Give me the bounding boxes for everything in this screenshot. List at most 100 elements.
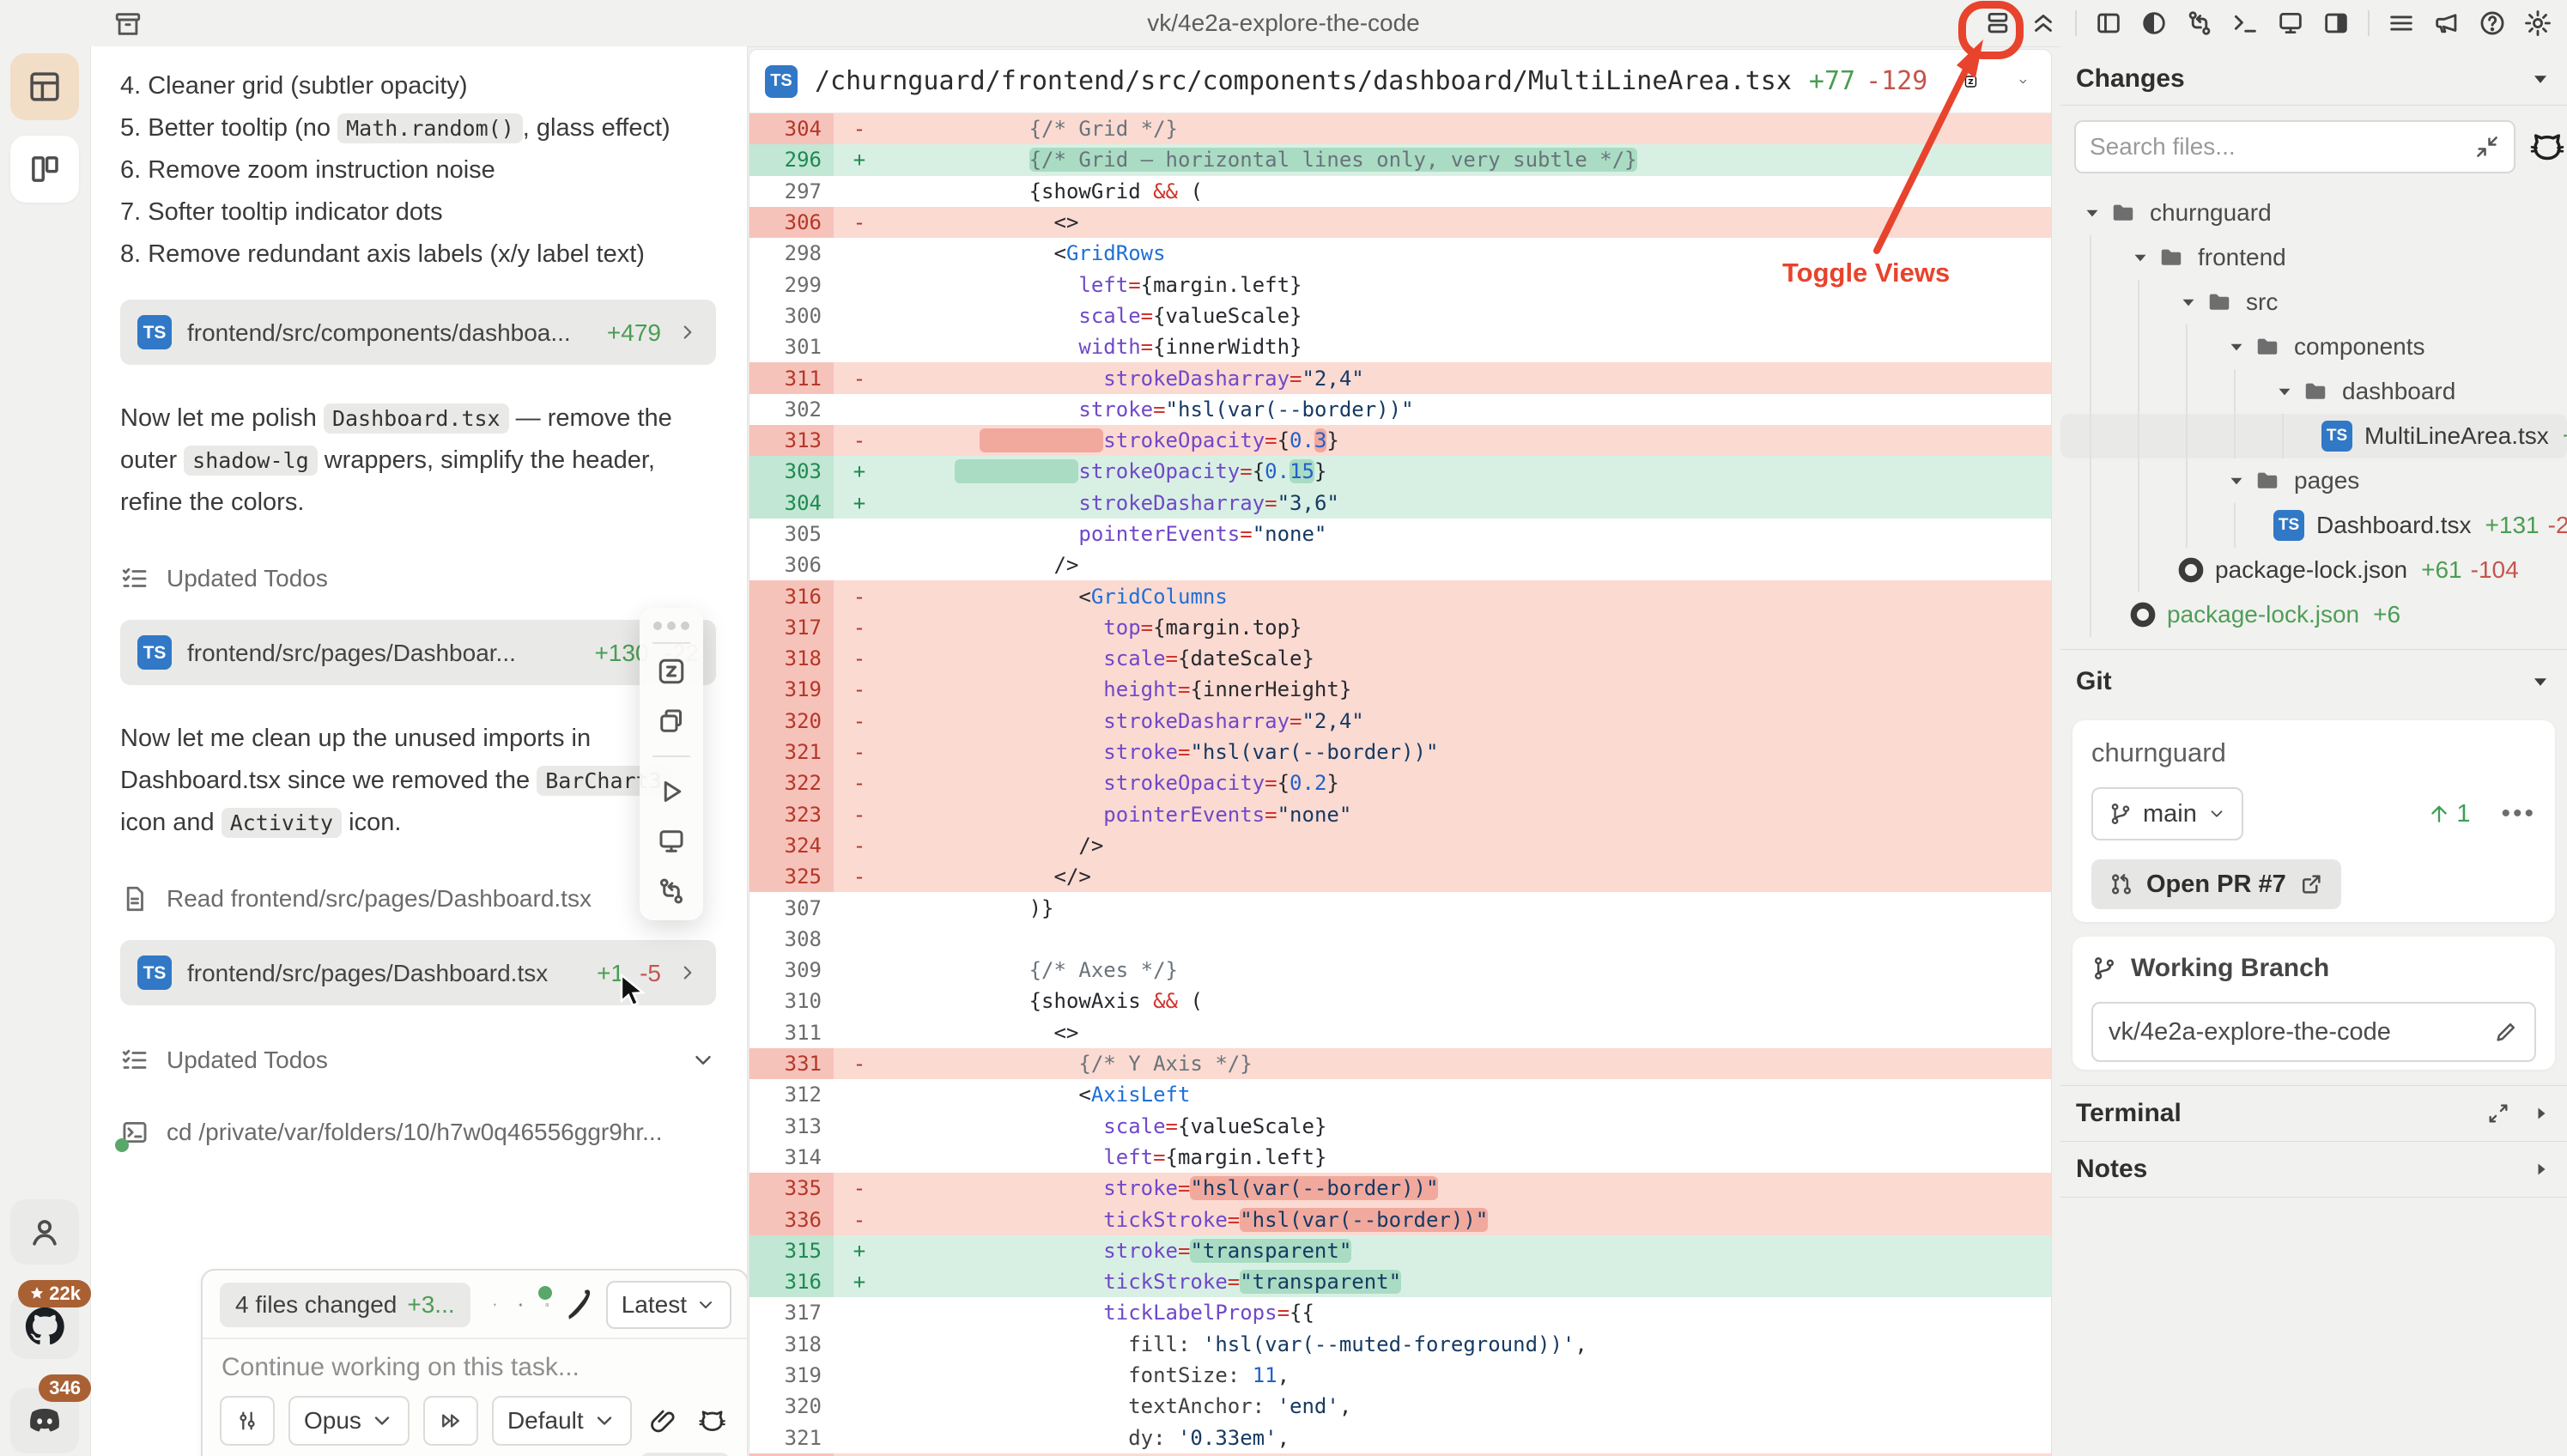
tree-folder-components[interactable]: components xyxy=(2060,325,2567,369)
mode-dropdown[interactable]: Default xyxy=(492,1396,632,1446)
diff-line[interactable]: 318- scale={dateScale} xyxy=(749,643,2051,674)
diff-line[interactable]: 309 {/* Axes */} xyxy=(749,955,2051,986)
diff-line[interactable]: 319- height={innerHeight} xyxy=(749,674,2051,705)
diff-line[interactable]: 308 xyxy=(749,924,2051,955)
chevron-down-icon[interactable] xyxy=(690,1047,716,1073)
diff-line[interactable]: 311- strokeDasharray="2,4" xyxy=(749,362,2051,393)
monitor-icon[interactable] xyxy=(656,826,687,857)
diff-line[interactable]: 313- strokeOpacity={0.3} xyxy=(749,425,2051,456)
diff-line[interactable]: 297 {showGrid && ( xyxy=(749,176,2051,207)
settings-icon[interactable] xyxy=(2521,9,2555,38)
play-icon[interactable] xyxy=(656,776,687,807)
collapse-all-icon[interactable] xyxy=(2026,9,2060,38)
diff-line[interactable]: 313 scale={valueScale} xyxy=(749,1111,2051,1142)
tool-call-row[interactable]: cd /private/var/folders/10/h7w0q46556ggr… xyxy=(120,1115,716,1150)
tree-file-package-lock.json[interactable]: package-lock.json+61-104 xyxy=(2060,548,2567,592)
message-input[interactable]: Continue working on this task... xyxy=(203,1339,747,1387)
help-icon[interactable] xyxy=(2475,9,2509,38)
diff-line[interactable]: 320 textAnchor: 'end', xyxy=(749,1391,2051,1422)
model-dropdown[interactable]: Opus xyxy=(288,1396,410,1446)
diff-editor-icon[interactable] xyxy=(1963,64,1978,99)
diff-line[interactable]: 303+ strokeOpacity={0.15} xyxy=(749,456,2051,487)
scroll-top-icon[interactable] xyxy=(493,1289,497,1320)
expand-icon[interactable] xyxy=(2486,1101,2510,1125)
diff-line[interactable]: 321- stroke="hsl(var(--border))" xyxy=(749,737,2051,767)
discord-link[interactable]: 346 xyxy=(10,1388,79,1453)
diff-line[interactable]: 306- <> xyxy=(749,207,2051,238)
megaphone-icon[interactable] xyxy=(2430,9,2464,38)
tool-call-row[interactable]: Read frontend/src/pages/Dashboard.tsx xyxy=(120,882,716,916)
send-button[interactable]: Send xyxy=(640,1453,730,1456)
terminal-prompt-icon[interactable] xyxy=(2228,9,2262,38)
monitor-icon[interactable] xyxy=(2273,9,2308,38)
tree-file-MultiLineArea.tsx[interactable]: TSMultiLineArea.tsx+110-162 xyxy=(2060,414,2567,458)
file-change-chip[interactable]: TSfrontend/src/pages/Dashboar...+130-22 xyxy=(120,620,716,685)
push-ahead-indicator[interactable]: 1 xyxy=(2427,800,2470,828)
file-change-chip[interactable]: TSfrontend/src/components/dashboa...+479 xyxy=(120,300,716,365)
tool-call-row[interactable]: Updated Todos xyxy=(120,1043,716,1077)
diff-line[interactable]: 314 left={margin.left} xyxy=(749,1142,2051,1173)
tree-folder-src[interactable]: src xyxy=(2060,280,2567,325)
diff-line[interactable]: 311 <> xyxy=(749,1017,2051,1048)
working-branch-input[interactable]: vk/4e2a-explore-the-code xyxy=(2091,1002,2536,1062)
diff-line[interactable]: 312 <AxisLeft xyxy=(749,1079,2051,1110)
drag-handle[interactable] xyxy=(653,622,689,630)
diff-line[interactable]: 317 tickLabelProps={{ xyxy=(749,1297,2051,1328)
pencil-icon[interactable] xyxy=(2493,1019,2519,1045)
attach-icon[interactable] xyxy=(646,1405,681,1436)
diff-line[interactable]: 318 fill: 'hsl(var(--muted-foreground))'… xyxy=(749,1329,2051,1360)
diff-line[interactable]: 319 fontSize: 11, xyxy=(749,1360,2051,1391)
menu-icon[interactable] xyxy=(2384,9,2418,38)
diff-line[interactable]: 324- /> xyxy=(749,830,2051,861)
diff-line[interactable]: 336- tickStroke="hsl(var(--border))" xyxy=(749,1204,2051,1235)
panel-left-icon[interactable] xyxy=(2091,9,2126,38)
latest-dropdown[interactable]: Latest xyxy=(606,1281,731,1329)
terminal-section-header[interactable]: Terminal xyxy=(2060,1086,2567,1141)
fast-forward-button[interactable] xyxy=(423,1396,478,1446)
diff-line[interactable]: 304+ strokeDasharray="3,6" xyxy=(749,488,2051,519)
todos-icon[interactable] xyxy=(545,1289,549,1320)
diff-line[interactable]: 321 dy: '0.33em', xyxy=(749,1422,2051,1453)
settings-sliders-button[interactable] xyxy=(220,1396,275,1446)
chevron-down-icon[interactable] xyxy=(2018,69,2029,94)
theme-contrast-icon[interactable] xyxy=(2137,9,2171,38)
diff-line[interactable]: 300 scale={valueScale} xyxy=(749,300,2051,331)
diff-line[interactable]: 317- top={margin.top} xyxy=(749,612,2051,643)
diff-line[interactable]: 310 {showAxis && ( xyxy=(749,986,2051,1016)
diff-line[interactable]: 304- {/* Grid */} xyxy=(749,113,2051,144)
search-input[interactable]: Search files... xyxy=(2074,120,2515,173)
cat-icon[interactable] xyxy=(2529,129,2565,165)
diff-line[interactable]: 302 stroke="hsl(var(--border))" xyxy=(749,394,2051,425)
account-button[interactable] xyxy=(10,1199,79,1265)
branch-dropdown[interactable]: main xyxy=(2091,787,2243,840)
diff-line[interactable]: 316- <GridColumns xyxy=(749,580,2051,611)
open-pr-button[interactable]: Open PR #7 xyxy=(2091,859,2341,909)
collapse-icon[interactable] xyxy=(2474,134,2500,160)
notes-section-header[interactable]: Notes xyxy=(2060,1142,2567,1197)
diff-line[interactable]: 316+ tickStroke="transparent" xyxy=(749,1266,2051,1297)
diff-line[interactable]: 315+ stroke="transparent" xyxy=(749,1235,2051,1266)
diff-line[interactable]: 325- </> xyxy=(749,861,2051,892)
panel-right-icon[interactable] xyxy=(2319,9,2353,38)
diff-line[interactable]: 323- pointerEvents="none" xyxy=(749,799,2051,830)
spark-icon[interactable] xyxy=(519,1289,523,1320)
diff-line[interactable]: 307 )} xyxy=(749,892,2051,923)
diff-line[interactable]: 320- strokeDasharray="2,4" xyxy=(749,706,2051,737)
diff-line[interactable]: 335- stroke="hsl(var(--border))" xyxy=(749,1173,2051,1204)
diff-line[interactable]: 322- strokeOpacity={0.2} xyxy=(749,767,2051,798)
diff-line[interactable]: 331- {/* Y Axis */} xyxy=(749,1048,2051,1079)
rail-item-board[interactable] xyxy=(10,136,79,203)
tree-folder-pages[interactable]: pages xyxy=(2060,458,2567,503)
tree-folder-churnguard[interactable]: churnguard xyxy=(2060,191,2567,235)
toggle-views-icon[interactable] xyxy=(1981,9,2015,38)
diff-z-icon[interactable] xyxy=(656,656,687,687)
more-options-button[interactable]: ••• xyxy=(2501,799,2536,828)
tree-file-Dashboard.tsx[interactable]: TSDashboard.tsx+131-233 xyxy=(2060,503,2567,548)
diff-line[interactable]: 301 width={innerWidth} xyxy=(749,331,2051,362)
cat-icon[interactable] xyxy=(695,1405,730,1436)
github-link[interactable]: 22k xyxy=(10,1294,79,1359)
rail-item-layout[interactable] xyxy=(10,53,79,120)
tree-file-package-lock.json[interactable]: package-lock.json+6 xyxy=(2060,592,2567,637)
changes-section-header[interactable]: Changes xyxy=(2060,58,2567,100)
diff-line[interactable]: 305 pointerEvents="none" xyxy=(749,519,2051,549)
